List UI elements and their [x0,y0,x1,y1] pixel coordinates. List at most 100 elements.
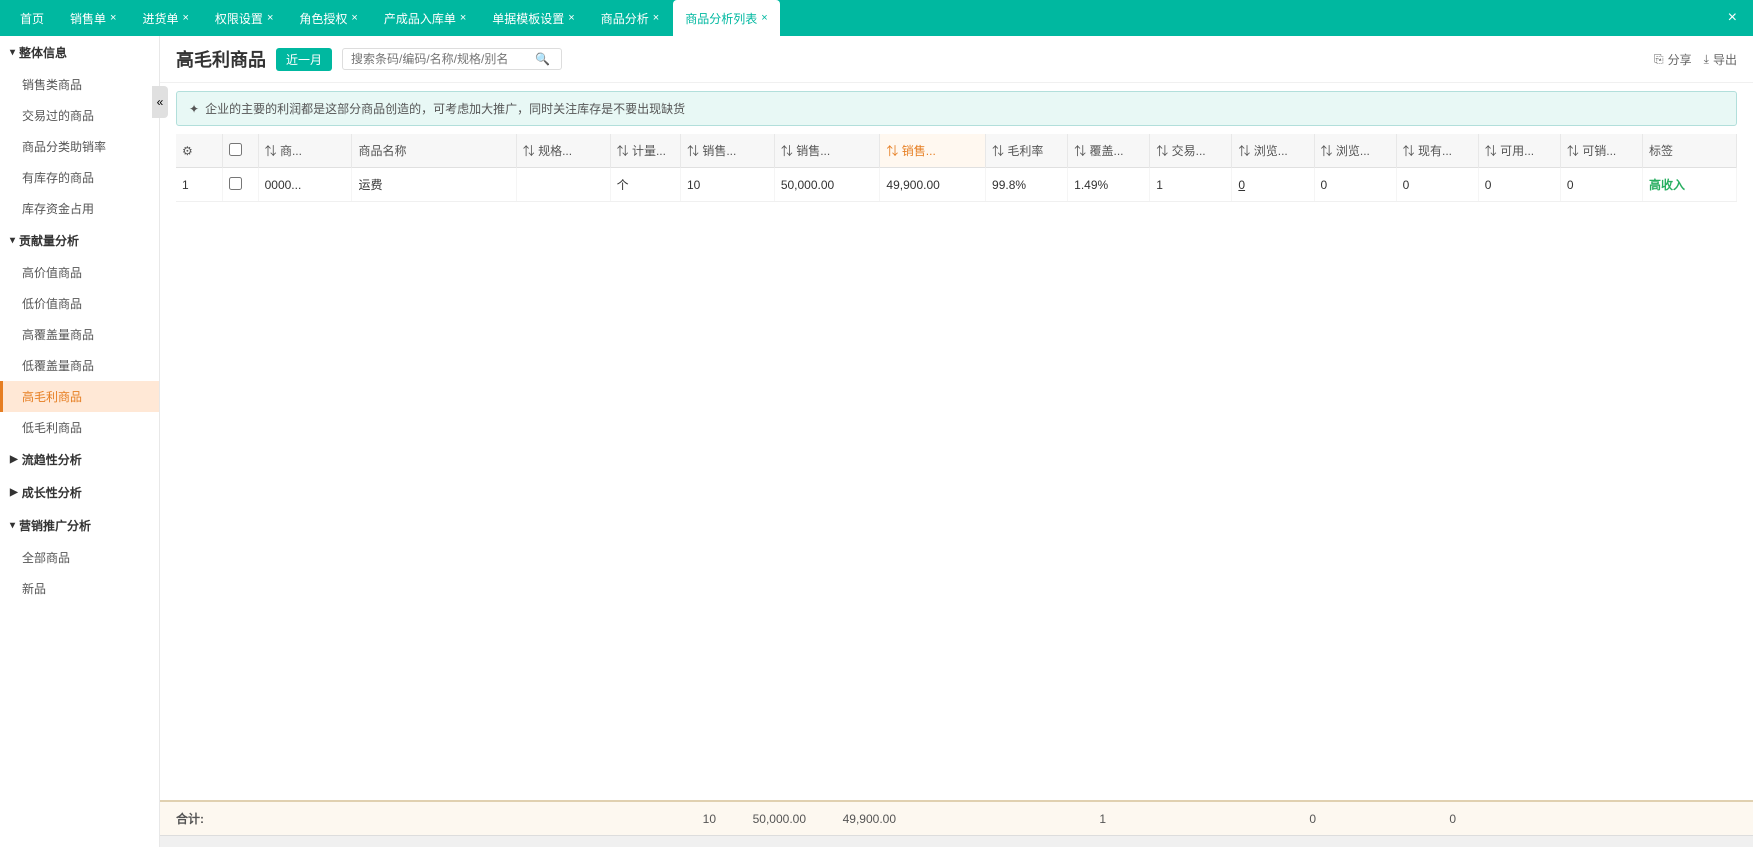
table-container[interactable]: ⚙ ⇅ 商... 商品名称 ⇅ [160,134,1753,800]
nav-purchase-order[interactable]: 进货单 × [130,0,200,36]
nav-sales-close[interactable]: × [110,12,116,24]
nav-permission-label: 权限设置 [215,10,263,27]
nav-permission[interactable]: 权限设置 × [203,0,285,36]
col-spec[interactable]: ⇅ 规格... [516,134,610,168]
sidebar-item-new-goods-label: 新品 [22,582,46,596]
nav-permission-close[interactable]: × [267,12,273,24]
col-sales-amt2[interactable]: ⇅ 销售... [880,134,986,168]
row-checkbox[interactable] [229,177,242,190]
sidebar-item-all-goods[interactable]: 全部商品 [0,542,159,573]
sidebar-item-traded-goods[interactable]: 交易过的商品 [0,100,159,131]
sidebar-group-overall-label: 整体信息 [19,44,67,61]
cell-seq: 1 [176,168,223,202]
row-sales-qty: 10 [687,178,700,192]
col-transaction[interactable]: ⇅ 交易... [1150,134,1232,168]
col-seq[interactable]: ⚙ [176,134,223,168]
export-button[interactable]: ⤓ 导出 [1704,51,1737,68]
col-sales-amt1[interactable]: ⇅ 销售... [774,134,880,168]
select-all-checkbox[interactable] [229,143,242,156]
nav-role[interactable]: 角色授权 × [287,0,369,36]
sidebar-item-low-coverage[interactable]: 低覆盖量商品 [0,350,159,381]
col-tag[interactable]: 标签 [1643,134,1737,168]
col-unit[interactable]: ⇅ 计量... [610,134,680,168]
time-filter-button[interactable]: 近一月 [276,48,332,71]
col-browse1-label: 浏览... [1254,144,1288,158]
sidebar-item-high-margin[interactable]: 高毛利商品 [0,381,159,412]
sidebar-item-high-coverage[interactable]: 高覆盖量商品 [0,319,159,350]
col-sales-amt1-label: 销售... [796,144,830,158]
nav-analysis-list[interactable]: 商品分析列表 × [673,0,779,36]
row-coverage: 1.49% [1074,178,1108,192]
sidebar-group-trend[interactable]: ▶ 流趋性分析 [0,443,159,476]
nav-template[interactable]: 单据模板设置 × [480,0,586,36]
col-sales-amt1-sort-icon: ⇅ [781,144,793,158]
search-input[interactable] [351,52,531,66]
cell-sales-qty: 10 [680,168,774,202]
sidebar-item-sales-goods[interactable]: 销售类商品 [0,69,159,100]
info-banner: ✦ 企业的主要的利润都是这部分商品创造的，可考虑加大推广，同时关注库存是不要出现… [176,91,1737,126]
col-browse2-sort-icon: ⇅ [1321,144,1333,158]
col-code-sort-icon: ⇅ [265,144,277,158]
footer-transaction: 1 [1042,812,1112,826]
top-navigation: 首页 销售单 × 进货单 × 权限设置 × 角色授权 × 产成品入库单 × 单据… [0,0,1753,36]
col-browse1[interactable]: ⇅ 浏览... [1232,134,1314,168]
cell-sales-amt1: 50,000.00 [774,168,880,202]
nav-template-close[interactable]: × [568,12,574,24]
col-code[interactable]: ⇅ 商... [258,134,352,168]
sidebar-group-marketing[interactable]: ▾ 营销推广分析 [0,509,159,542]
nav-product-inbound[interactable]: 产成品入库单 × [372,0,478,36]
sidebar-item-in-stock[interactable]: 有库存的商品 [0,162,159,193]
col-name[interactable]: 商品名称 [352,134,516,168]
cell-browse1[interactable]: 0 [1232,168,1314,202]
row-browse1[interactable]: 0 [1238,178,1245,192]
row-sales-amt1: 50,000.00 [781,178,834,192]
col-available-qty-label: 可用... [1500,144,1534,158]
cell-spec [516,168,610,202]
export-label: 导出 [1713,51,1737,68]
nav-close-all-button[interactable]: × [1720,9,1745,27]
sidebar-collapse-button[interactable]: « [152,86,168,118]
nav-analysis-list-close[interactable]: × [761,12,767,24]
header-right: ⎘ 分享 ⤓ 导出 [1654,51,1737,68]
bottom-scrollbar[interactable] [160,835,1753,847]
col-gross-rate-sort-icon: ⇅ [992,144,1004,158]
nav-role-close[interactable]: × [351,12,357,24]
col-tag-label: 标签 [1649,144,1673,158]
cell-sales-amt2: 49,900.00 [880,168,986,202]
nav-product-analysis-close[interactable]: × [653,12,659,24]
sidebar-item-low-margin[interactable]: 低毛利商品 [0,412,159,443]
nav-product-inbound-close[interactable]: × [460,12,466,24]
export-icon: ⤓ [1704,52,1709,67]
col-sales-qty[interactable]: ⇅ 销售... [680,134,774,168]
cell-transaction: 1 [1150,168,1232,202]
share-label: 分享 [1668,51,1692,68]
col-current-qty[interactable]: ⇅ 现有... [1396,134,1478,168]
col-browse2[interactable]: ⇅ 浏览... [1314,134,1396,168]
sidebar-group-growth[interactable]: ▶ 成长性分析 [0,476,159,509]
col-available-qty[interactable]: ⇅ 可用... [1478,134,1560,168]
search-wrap[interactable]: 🔍 [342,48,562,70]
col-check[interactable] [223,134,258,168]
sidebar-group-overall[interactable]: ▾ 整体信息 [0,36,159,69]
sidebar-group-contribution[interactable]: ▾ 贡献量分析 [0,224,159,257]
nav-home[interactable]: 首页 [8,0,56,36]
sidebar-item-high-value[interactable]: 高价值商品 [0,257,159,288]
sidebar-item-category-rate[interactable]: 商品分类助销率 [0,131,159,162]
nav-sales-order[interactable]: 销售单 × [58,0,128,36]
sidebar-item-high-value-label: 高价值商品 [22,266,82,280]
sidebar-item-new-goods[interactable]: 新品 [0,573,159,604]
col-seq-settings-icon[interactable]: ⚙ [182,144,193,158]
nav-purchase-close[interactable]: × [182,12,188,24]
cell-check[interactable] [223,168,258,202]
search-icon[interactable]: 🔍 [535,52,550,66]
row-gross-rate: 99.8% [992,178,1026,192]
col-code-label: 商... [280,144,302,158]
nav-product-analysis[interactable]: 商品分析 × [589,0,671,36]
col-gross-rate[interactable]: ⇅ 毛利率 [986,134,1068,168]
col-sellable-qty[interactable]: ⇅ 可销... [1560,134,1642,168]
col-coverage[interactable]: ⇅ 覆盖... [1068,134,1150,168]
sidebar-item-low-value[interactable]: 低价值商品 [0,288,159,319]
share-button[interactable]: ⎘ 分享 [1654,51,1692,68]
col-browse2-label: 浏览... [1336,144,1370,158]
sidebar-item-inventory-capital[interactable]: 库存资金占用 [0,193,159,224]
